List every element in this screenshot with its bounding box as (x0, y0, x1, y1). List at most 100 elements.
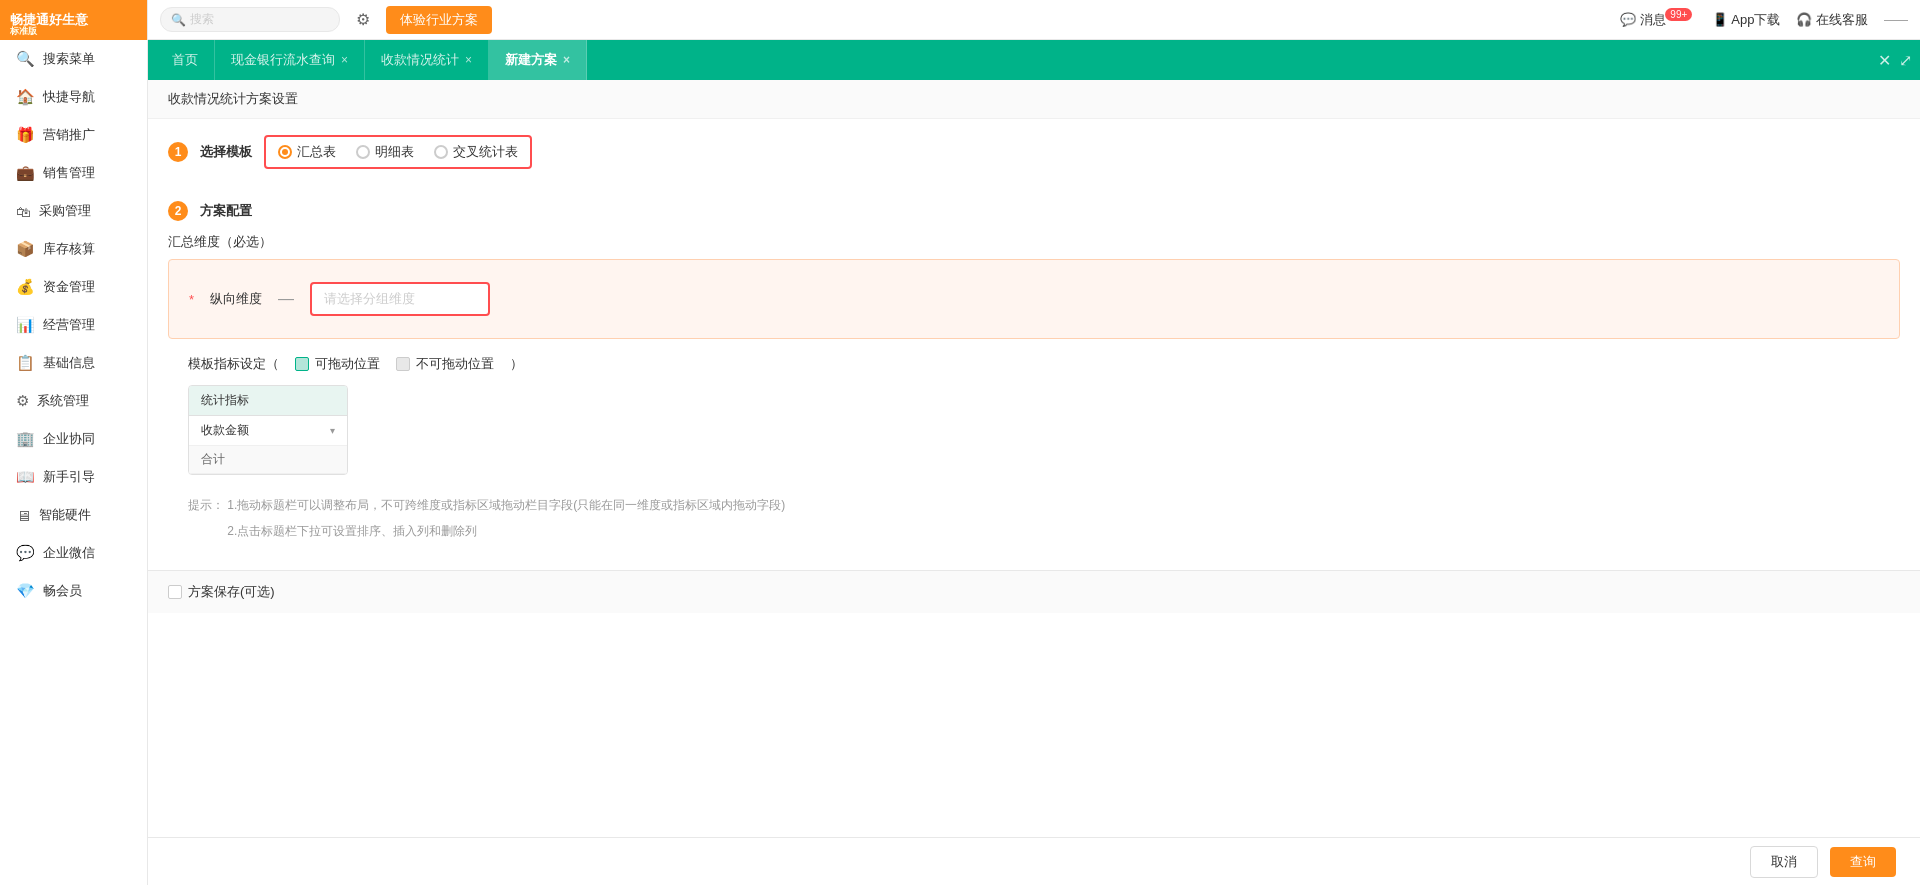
tab-close-bank-flow[interactable]: × (341, 53, 348, 67)
step1-label: 选择模板 (200, 143, 252, 161)
step1-section: 1 选择模板 汇总表 明细表 交叉统计表 (148, 119, 1920, 201)
indicator-table-header: 统计指标 (189, 386, 347, 416)
sidebar-item-guide[interactable]: 📖 新手引导 (0, 458, 147, 496)
wechat-icon: 💬 (16, 544, 35, 562)
service-area[interactable]: 🎧 在线客服 (1796, 11, 1868, 29)
expand-window-icon[interactable]: ⤢ (1899, 51, 1912, 70)
indicator-section: 模板指标设定（ 可拖动位置 不可拖动位置 ） 统计指标 (168, 355, 1900, 475)
sidebar-item-hardware[interactable]: 🖥 智能硬件 (0, 496, 147, 534)
search-icon: 🔍 (171, 13, 186, 27)
tab-home[interactable]: 首页 (156, 40, 215, 80)
indicator-title: 模板指标设定（ (188, 355, 279, 373)
legend-draggable: 可拖动位置 (295, 355, 380, 373)
sidebar-item-label-vip: 畅会员 (43, 582, 82, 600)
page-content: 收款情况统计方案设置 1 选择模板 汇总表 明细表 (148, 80, 1920, 837)
sidebar-item-label-marketing: 营销推广 (43, 126, 95, 144)
footer-section: 方案保存(可选) (148, 570, 1920, 613)
system-icon: ⚙ (16, 392, 29, 410)
sidebar-item-label-wechat: 企业微信 (43, 544, 95, 562)
save-plan-checkbox-label[interactable]: 方案保存(可选) (168, 583, 275, 601)
tab-new-plan[interactable]: 新建方案 × (489, 40, 587, 80)
tab-close-new-plan[interactable]: × (563, 53, 570, 67)
sidebar-item-wechat[interactable]: 💬 企业微信 (0, 534, 147, 572)
sidebar-logo: 畅捷通好生意 标准版 (0, 0, 147, 40)
step1-row: 1 选择模板 汇总表 明细表 交叉统计表 (168, 135, 1900, 169)
sidebar-item-vip[interactable]: 💎 畅会员 (0, 572, 147, 610)
draggable-legend-box (295, 357, 309, 371)
draggable-legend-label: 可拖动位置 (315, 355, 380, 373)
cancel-button[interactable]: 取消 (1750, 846, 1818, 878)
save-plan-checkbox[interactable] (168, 585, 182, 599)
notification-icon: 💬 (1620, 12, 1636, 27)
radio-summary[interactable]: 汇总表 (278, 143, 336, 161)
gear-icon[interactable]: ⚙ (356, 10, 370, 29)
radio-cross[interactable]: 交叉统计表 (434, 143, 518, 161)
page-title: 收款情况统计方案设置 (168, 91, 298, 106)
service-label: 在线客服 (1816, 12, 1868, 27)
radio-cross-label: 交叉统计表 (453, 143, 518, 161)
search-box[interactable]: 🔍 搜索 (160, 7, 340, 32)
chevron-down-icon: ▾ (330, 425, 335, 436)
tips-section: 提示： 1.拖动标题栏可以调整布局，不可跨维度或指标区域拖动栏目字段(只能在同一… (168, 475, 1900, 554)
notification-label: 消息 (1640, 12, 1666, 27)
tab-label-home: 首页 (172, 51, 198, 69)
search-placeholder: 搜索 (190, 11, 214, 28)
vip-icon: 💎 (16, 582, 35, 600)
undraggable-legend-box (396, 357, 410, 371)
sidebar-item-corp[interactable]: 🏢 企业协同 (0, 420, 147, 458)
template-radio-group: 汇总表 明细表 交叉统计表 (264, 135, 532, 169)
undraggable-legend-label: 不可拖动位置 (416, 355, 494, 373)
download-label: App下载 (1731, 12, 1780, 27)
tab-label-new-plan: 新建方案 (505, 51, 557, 69)
quick-nav-icon: 🏠 (16, 88, 35, 106)
user-info: —— (1884, 13, 1908, 27)
sidebar-item-inventory[interactable]: 📦 库存核算 (0, 230, 147, 268)
sidebar-item-label-capital: 资金管理 (43, 278, 95, 296)
sidebar-item-label-operation: 经营管理 (43, 316, 95, 334)
sidebar-item-system[interactable]: ⚙ 系统管理 (0, 382, 147, 420)
sidebar-item-label-purchase: 采购管理 (39, 202, 91, 220)
sidebar-item-search-menu[interactable]: 🔍 搜索菜单 (0, 40, 147, 78)
radio-summary-label: 汇总表 (297, 143, 336, 161)
radio-detail-circle (356, 145, 370, 159)
industry-button[interactable]: 体验行业方案 (386, 6, 492, 34)
dim-vertical-label: 纵向维度 (210, 290, 262, 308)
dim-section-title: 汇总维度（必选） (168, 233, 1900, 251)
sidebar-item-label-quick-nav: 快捷导航 (43, 88, 95, 106)
download-area[interactable]: 📱 App下载 (1712, 11, 1780, 29)
tabbar: 首页现金银行流水查询× 收款情况统计 × 新建方案 × ✕ ⤢ (148, 40, 1920, 80)
topbar: 🔍 搜索 ⚙ 体验行业方案 💬 消息 99+ 📱 App下载 🎧 在线客服 —— (148, 0, 1920, 40)
purchase-icon: 🛍 (16, 203, 31, 220)
tip-1: 提示： 1.拖动标题栏可以调整布局，不可跨维度或指标区域拖动栏目字段(只能在同一… (188, 495, 1880, 517)
sidebar-item-label-corp: 企业协同 (43, 430, 95, 448)
tab-label-receipt-stats: 收款情况统计 (381, 51, 459, 69)
query-button[interactable]: 查询 (1830, 847, 1896, 877)
hardware-icon: 🖥 (16, 507, 31, 524)
indicator-cell-amount[interactable]: 收款金额 ▾ (189, 416, 347, 446)
topbar-right: 💬 消息 99+ 📱 App下载 🎧 在线客服 —— (1620, 11, 1908, 29)
indicator-header-row: 模板指标设定（ 可拖动位置 不可拖动位置 ） (188, 355, 1880, 373)
sidebar-item-marketing[interactable]: 🎁 营销推广 (0, 116, 147, 154)
main-area: 🔍 搜索 ⚙ 体验行业方案 💬 消息 99+ 📱 App下载 🎧 在线客服 ——… (148, 0, 1920, 885)
dim-select[interactable]: 请选择分组维度 (310, 282, 490, 316)
close-window-icon[interactable]: ✕ (1878, 51, 1891, 70)
radio-summary-circle (278, 145, 292, 159)
sidebar-item-quick-nav[interactable]: 🏠 快捷导航 (0, 78, 147, 116)
sidebar-item-basic-info[interactable]: 📋 基础信息 (0, 344, 147, 382)
tab-bank-flow[interactable]: 现金银行流水查询× (215, 40, 365, 80)
step2-badge: 2 (168, 201, 188, 221)
sidebar-item-operation[interactable]: 📊 经营管理 (0, 306, 147, 344)
step2-label: 方案配置 (200, 202, 252, 220)
indicator-subrow-total: 合计 (189, 446, 347, 474)
notification-area[interactable]: 💬 消息 99+ (1620, 11, 1696, 29)
tip-2: 提示： 2.点击标题栏下拉可设置排序、插入列和删除列 (188, 521, 1880, 543)
radio-detail[interactable]: 明细表 (356, 143, 414, 161)
notification-badge: 99+ (1665, 8, 1692, 21)
step2-section: 2 方案配置 汇总维度（必选） * 纵向维度 — 请选择分组维度 模板指标设定（ (148, 201, 1920, 570)
sidebar-item-label-guide: 新手引导 (43, 468, 95, 486)
sidebar-item-sales[interactable]: 💼 销售管理 (0, 154, 147, 192)
tab-close-receipt-stats[interactable]: × (465, 53, 472, 67)
sidebar-item-capital[interactable]: 💰 资金管理 (0, 268, 147, 306)
sidebar-item-purchase[interactable]: 🛍 采购管理 (0, 192, 147, 230)
tab-receipt-stats[interactable]: 收款情况统计 × (365, 40, 489, 80)
